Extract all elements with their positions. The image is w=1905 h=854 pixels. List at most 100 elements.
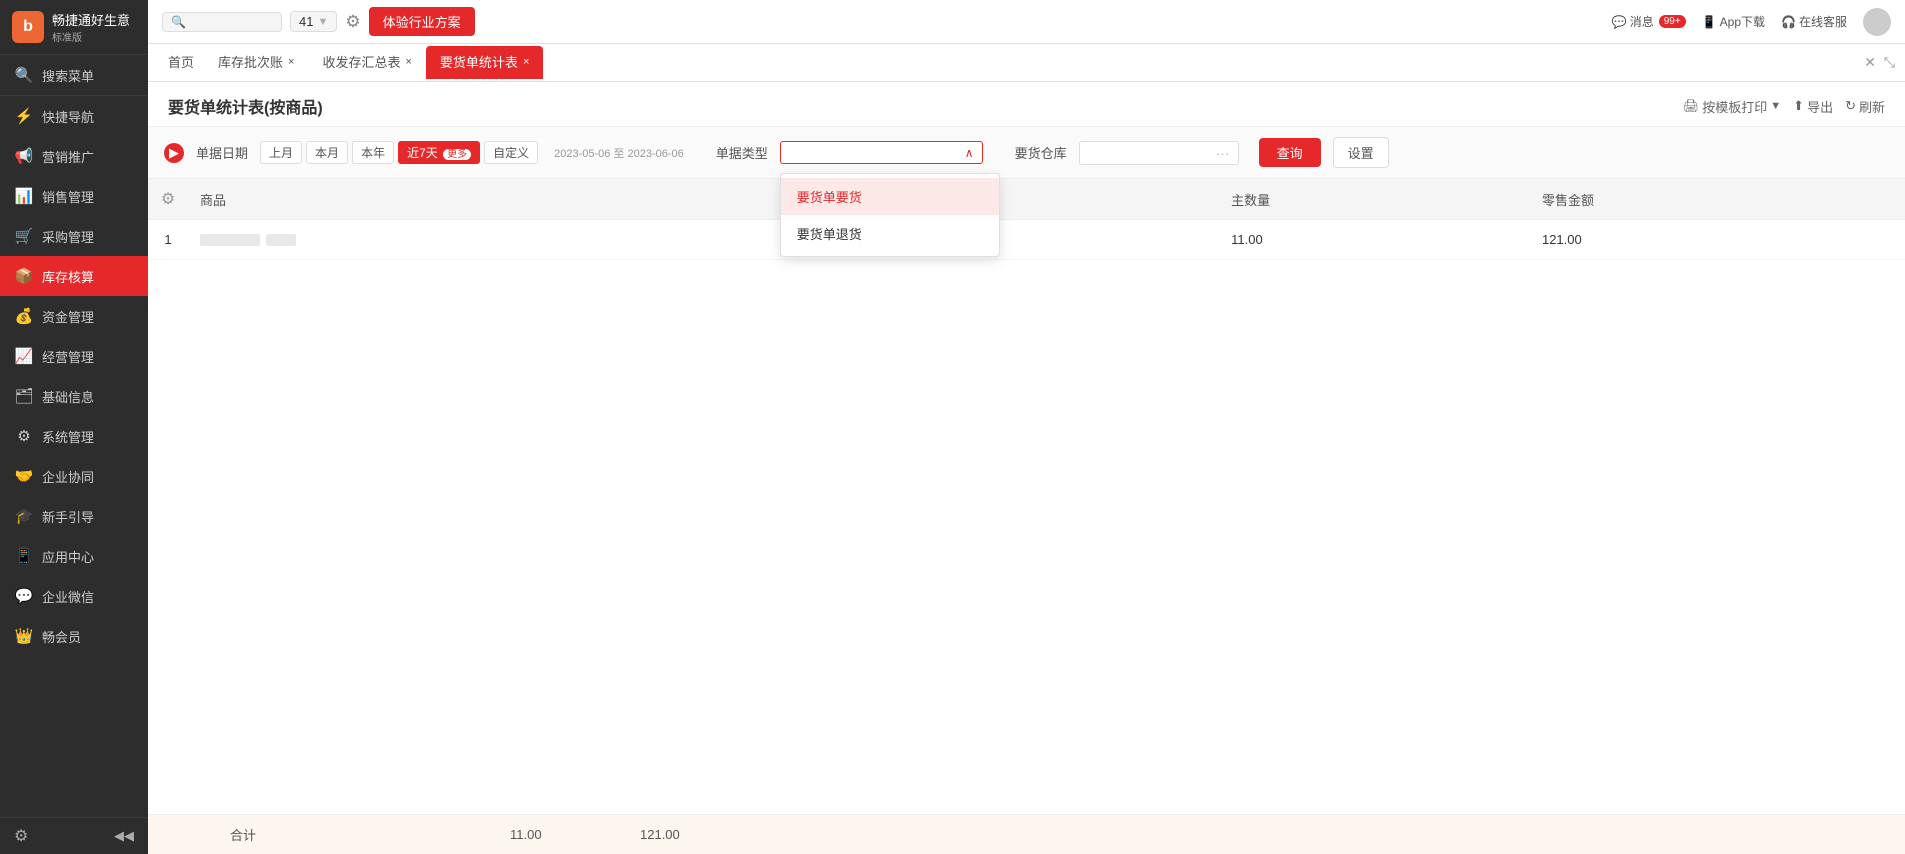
tab-close-icon[interactable]: × <box>523 56 529 68</box>
sidebar: b 畅捷通好生意 标准版 🔍 搜索菜单 ⚡ 快捷导航 📢 营销推广 📊 销售管理… <box>0 0 148 854</box>
app-download-item[interactable]: 📱 App下载 <box>1702 13 1765 30</box>
online-service-item[interactable]: 🎧 在线客服 <box>1781 13 1847 30</box>
trial-btn[interactable]: 体验行业方案 <box>369 7 475 36</box>
inventory-icon: 📦 <box>14 266 34 286</box>
sidebar-item-system[interactable]: ⚙ 系统管理 <box>0 416 148 456</box>
data-table: ⚙ 商品 主计量单位 主数量 零售金额 <box>148 179 1905 260</box>
expand-filter-btn[interactable]: ▶ <box>164 143 184 163</box>
settings-btn[interactable]: 设置 <box>1333 137 1389 168</box>
tab-order-stats[interactable]: 要货单统计表 × <box>426 46 543 79</box>
sidebar-item-purchase[interactable]: 🛒 采购管理 <box>0 216 148 256</box>
sidebar-item-cooperation[interactable]: 🤝 企业协同 <box>0 456 148 496</box>
type-dropdown-arrow: ∧ <box>965 146 974 160</box>
tab-close-icon[interactable]: × <box>288 56 294 68</box>
type-dropdown-menu: 要货单要货 要货单退货 <box>780 173 1000 257</box>
logo-text: 畅捷通好生意 标准版 <box>52 10 130 44</box>
type-filter-label: 单据类型 <box>716 143 768 162</box>
warehouse-more-icon: ··· <box>1216 145 1230 161</box>
export-btn[interactable]: ⬆ 导出 <box>1793 97 1833 116</box>
date-btn-custom[interactable]: 自定义 <box>484 141 538 164</box>
type-input[interactable] <box>789 145 965 160</box>
tab-expand-icon[interactable]: ⤡ <box>1884 54 1895 71</box>
total-section: 合计 11.00 121.00 <box>148 814 1905 854</box>
goods-placeholder-1 <box>200 234 260 246</box>
sidebar-item-quicknav[interactable]: ⚡ 快捷导航 <box>0 96 148 136</box>
col-amount: 零售金额 <box>1530 179 1905 220</box>
avatar[interactable] <box>1863 8 1891 36</box>
sales-icon: 📊 <box>14 186 34 206</box>
type-select-wrapper: ∧ 要货单要货 要货单退货 <box>780 141 983 164</box>
col-settings[interactable]: ⚙ <box>148 179 188 220</box>
print-dropdown-icon: ▼ <box>1770 100 1781 112</box>
sidebar-item-inventory[interactable]: 📦 库存核算 <box>0 256 148 296</box>
sidebar-item-operations[interactable]: 📈 经营管理 <box>0 336 148 376</box>
print-btn[interactable]: 🖨 按模板打印 ▼ <box>1683 97 1781 116</box>
date-group: 上月 本月 本年 近7天 更多 自定义 <box>260 141 538 164</box>
sidebar-item-member[interactable]: 👑 畅会员 <box>0 616 148 656</box>
total-quantity: 11.00 <box>510 827 640 842</box>
date-btn-this-month[interactable]: 本月 <box>306 141 348 164</box>
tab-inventory-batch[interactable]: 库存批次账 × <box>204 46 308 79</box>
sidebar-collapse-icon[interactable]: ◀◀ <box>114 828 134 844</box>
date-btn-7days[interactable]: 近7天 更多 <box>398 141 480 164</box>
date-btn-last-month[interactable]: 上月 <box>260 141 302 164</box>
total-amount: 121.00 <box>640 827 770 842</box>
topbar-settings-icon[interactable]: ⚙ <box>345 12 360 32</box>
table-header-row: ⚙ 商品 主计量单位 主数量 零售金额 <box>148 179 1905 220</box>
tab-close-icon[interactable]: × <box>405 56 411 68</box>
sidebar-item-appcenter[interactable]: 📱 应用中心 <box>0 536 148 576</box>
table-row: 1 块 11.00 121.00 <box>148 220 1905 260</box>
sidebar-item-baseinfo[interactable]: 🗂 基础信息 <box>0 376 148 416</box>
topbar-search-box[interactable]: 🔍 <box>162 12 282 32</box>
query-btn[interactable]: 查询 <box>1259 138 1321 167</box>
sidebar-bottom: ⚙ ◀◀ <box>0 817 148 854</box>
col-quantity: 主数量 <box>1219 179 1530 220</box>
quick-nav-icon: ⚡ <box>14 106 34 126</box>
search-icon: 🔍 <box>14 65 34 85</box>
sidebar-item-search[interactable]: 🔍 搜索菜单 <box>0 55 148 96</box>
page-actions: 🖨 按模板打印 ▼ ⬆ 导出 ↻ 刷新 <box>1683 97 1885 116</box>
date-filter-label: 单据日期 <box>196 143 248 162</box>
sidebar-item-finance[interactable]: 💰 资金管理 <box>0 296 148 336</box>
app-download-icon: 📱 <box>1702 15 1717 29</box>
topbar-left: 🔍 41 ▼ ⚙ 体验行业方案 <box>162 7 1612 36</box>
warehouse-filter-label: 要货仓库 <box>1015 143 1067 162</box>
total-row: 合计 11.00 121.00 <box>148 814 1905 854</box>
content-area: 要货单统计表(按商品) 🖨 按模板打印 ▼ ⬆ 导出 ↻ 刷新 ▶ <box>148 82 1905 854</box>
sidebar-item-weixin[interactable]: 💬 企业微信 <box>0 576 148 616</box>
marketing-icon: 📢 <box>14 146 34 166</box>
col-goods: 商品 <box>188 179 780 220</box>
main: 🔍 41 ▼ ⚙ 体验行业方案 💬 消息 99+ 📱 App下载 🎧 在线 <box>148 0 1905 854</box>
total-label: 合计 <box>200 825 450 844</box>
tab-home[interactable]: 首页 <box>158 46 204 79</box>
sidebar-item-marketing[interactable]: 📢 营销推广 <box>0 136 148 176</box>
print-icon: 🖨 <box>1683 98 1700 114</box>
sidebar-item-guide[interactable]: 🎓 新手引导 <box>0 496 148 536</box>
member-icon: 👑 <box>14 626 34 646</box>
refresh-btn[interactable]: ↻ 刷新 <box>1845 97 1885 116</box>
row-amount: 121.00 <box>1530 220 1905 260</box>
sidebar-settings-icon[interactable]: ⚙ <box>14 826 28 846</box>
finance-icon: 💰 <box>14 306 34 326</box>
weixin-icon: 💬 <box>14 586 34 606</box>
export-icon: ⬆ <box>1793 98 1804 114</box>
messages-item[interactable]: 💬 消息 99+ <box>1612 13 1686 30</box>
row-index: 1 <box>148 220 188 260</box>
topbar: 🔍 41 ▼ ⚙ 体验行业方案 💬 消息 99+ 📱 App下载 🎧 在线 <box>148 0 1905 44</box>
sidebar-item-sales[interactable]: 📊 销售管理 <box>0 176 148 216</box>
operations-icon: 📈 <box>14 346 34 366</box>
type-select-box[interactable]: ∧ <box>780 141 983 164</box>
warehouse-select-box[interactable]: ··· <box>1079 141 1239 165</box>
tabbar: 首页 库存批次账 × 收发存汇总表 × 要货单统计表 × ✕ ⤡ <box>148 44 1905 82</box>
dropdown-item-order-goods[interactable]: 要货单要货 <box>781 178 999 215</box>
tab-close-all-icon[interactable]: ✕ <box>1864 54 1876 71</box>
dropdown-arrow-icon: ▼ <box>317 16 328 28</box>
guide-icon: 🎓 <box>14 506 34 526</box>
refresh-icon: ↻ <box>1845 98 1856 114</box>
date-btn-this-year[interactable]: 本年 <box>352 141 394 164</box>
tab-receive-summary[interactable]: 收发存汇总表 × <box>308 46 425 79</box>
table-container: ⚙ 商品 主计量单位 主数量 零售金额 <box>148 179 1905 260</box>
topbar-search-icon: 🔍 <box>171 15 186 29</box>
dropdown-item-order-return[interactable]: 要货单退货 <box>781 215 999 252</box>
page-title: 要货单统计表(按商品) <box>168 94 323 118</box>
